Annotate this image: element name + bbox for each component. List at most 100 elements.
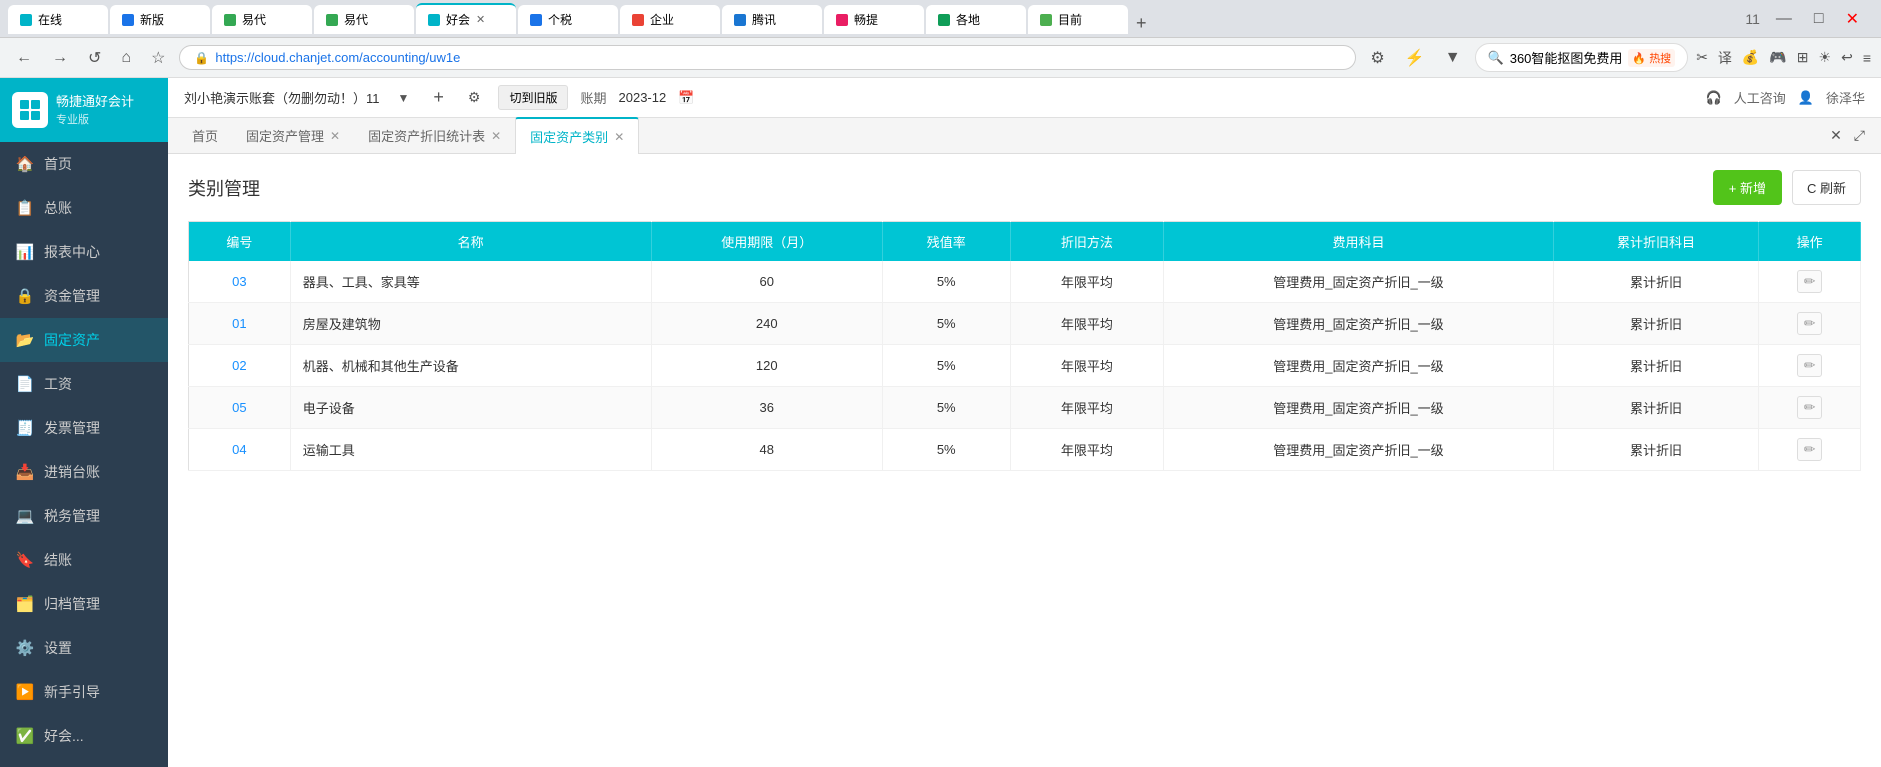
sidebar-item-purchasesale[interactable]: 📥 进销台账 — [0, 450, 168, 494]
table-row: 03 器具、工具、家具等 60 5% 年限平均 管理费用_固定资产折旧_一级 累… — [189, 261, 1861, 303]
browser-tab-3[interactable]: 易代 — [212, 5, 312, 34]
code-link-0[interactable]: 03 — [232, 274, 246, 289]
home-button[interactable]: ⌂ — [115, 45, 137, 71]
browser-tab-label-11: 目前 — [1058, 11, 1082, 28]
brightness-icon[interactable]: ☀ — [1819, 49, 1832, 66]
browser-tab-10[interactable]: 各地 — [926, 5, 1026, 34]
browser-tab-1[interactable]: 在线 — [8, 5, 108, 34]
cell-expense-2: 管理费用_固定资产折旧_一级 — [1164, 345, 1554, 387]
tab-favicon-7 — [632, 14, 644, 26]
sidebar-item-settings[interactable]: ⚙️ 设置 — [0, 626, 168, 670]
code-link-4[interactable]: 04 — [232, 442, 246, 457]
browser-tab-close-5[interactable]: ✕ — [476, 13, 485, 26]
new-tab-button[interactable]: + — [1130, 13, 1153, 34]
wallet-icon[interactable]: 💰 — [1742, 49, 1759, 66]
refresh-button[interactable]: C 刷新 — [1792, 170, 1861, 205]
expand-button[interactable]: ⤢ — [1848, 123, 1871, 148]
edit-button-1[interactable]: ✏ — [1797, 312, 1823, 335]
th-method: 折旧方法 — [1010, 222, 1164, 262]
back-button[interactable]: ← — [10, 45, 38, 71]
edit-button-2[interactable]: ✏ — [1797, 354, 1823, 377]
page-title-bar: 类别管理 + 新增 C 刷新 — [188, 170, 1861, 205]
browser-tab-label-3: 易代 — [242, 11, 266, 28]
tab-home[interactable]: 首页 — [178, 118, 232, 153]
close-all-tabs-button[interactable]: ✕ — [1824, 123, 1848, 148]
bookmark-button[interactable]: ☆ — [145, 44, 171, 72]
browser-tab-6[interactable]: 个税 — [518, 5, 618, 34]
cell-rate-2: 5% — [882, 345, 1010, 387]
cell-name-3: 电子设备 — [290, 387, 651, 429]
edit-button-0[interactable]: ✏ — [1797, 270, 1823, 293]
browser-tab-2[interactable]: 新版 — [110, 5, 210, 34]
sidebar-item-label-report: 报表中心 — [44, 242, 100, 262]
edit-button-4[interactable]: ✏ — [1797, 438, 1823, 461]
sidebar-item-report[interactable]: 📊 报表中心 — [0, 230, 168, 274]
cut-icon[interactable]: ✂ — [1696, 49, 1708, 66]
user-dropdown-button[interactable]: ▼ — [392, 87, 416, 109]
tab-depreciation-stats[interactable]: 固定资产折旧统计表 ✕ — [354, 118, 515, 153]
browser-tab-11[interactable]: 目前 — [1028, 5, 1128, 34]
code-link-3[interactable]: 05 — [232, 400, 246, 415]
browser-tab-5[interactable]: 好会 ✕ — [416, 3, 516, 34]
tab-home-label: 首页 — [192, 126, 218, 145]
address-bar[interactable]: 🔒 https://cloud.chanjet.com/accounting/u… — [179, 45, 1356, 70]
reload-button[interactable]: ↺ — [82, 44, 107, 72]
sidebar-item-label-capital: 资金管理 — [44, 286, 100, 306]
page-area: 类别管理 + 新增 C 刷新 编号 名称 使用期限（月） 残值率 折旧方法 费用… — [168, 154, 1881, 767]
tab-categories[interactable]: 固定资产类别 ✕ — [515, 117, 639, 154]
sidebar-item-ledger[interactable]: 📋 总账 — [0, 186, 168, 230]
cell-period-3: 36 — [651, 387, 882, 429]
sidebar-item-label-home: 首页 — [44, 154, 72, 174]
sidebar-item-home[interactable]: 🏠 首页 — [0, 142, 168, 186]
forward-button[interactable]: → — [46, 45, 74, 71]
menu-icon[interactable]: ≡ — [1863, 50, 1871, 66]
tab-depreciation-stats-close[interactable]: ✕ — [491, 129, 501, 143]
sidebar-item-capital[interactable]: 🔒 资金管理 — [0, 274, 168, 318]
tab-fixed-assets-close[interactable]: ✕ — [330, 129, 340, 143]
minimize-button[interactable]: — — [1770, 6, 1798, 32]
lightning-button[interactable]: ⚡ — [1399, 44, 1431, 72]
sidebar-item-label-archive: 归档管理 — [44, 594, 100, 614]
search-bar[interactable]: 🔍 360智能抠图免费用 🔥 热搜 — [1475, 43, 1689, 72]
logo-icon — [12, 92, 48, 128]
tab-categories-close[interactable]: ✕ — [614, 130, 624, 144]
history-icon[interactable]: ↩ — [1841, 49, 1853, 66]
browser-tab-label-6: 个税 — [548, 11, 572, 28]
games-icon[interactable]: 🎮 — [1769, 49, 1786, 66]
sidebar-item-fixed[interactable]: 📂 固定资产 — [0, 318, 168, 362]
settings-gear-button[interactable]: ⚙ — [462, 85, 487, 110]
browser-tab-7[interactable]: 企业 — [620, 5, 720, 34]
sidebar-item-tax[interactable]: 💻 税务管理 — [0, 494, 168, 538]
cell-code-3: 05 — [189, 387, 291, 429]
translate-icon[interactable]: 译 — [1718, 48, 1732, 68]
cell-method-3: 年限平均 — [1010, 387, 1164, 429]
sidebar-item-goodhome[interactable]: ✅ 好会... — [0, 714, 168, 758]
top-bar: 刘小艳演示账套（勿删勿动！）11 ▼ + ⚙ 切到旧版 账期 2023-12 📅… — [168, 78, 1881, 118]
cell-method-0: 年限平均 — [1010, 261, 1164, 303]
browser-tab-4[interactable]: 易代 — [314, 5, 414, 34]
sidebar-item-archive[interactable]: 🗂️ 归档管理 — [0, 582, 168, 626]
cell-code-4: 04 — [189, 429, 291, 471]
browser-tab-9[interactable]: 畅提 — [824, 5, 924, 34]
add-category-button[interactable]: + 新增 — [1713, 170, 1782, 205]
cell-code-2: 02 — [189, 345, 291, 387]
dropdown-button[interactable]: ▼ — [1439, 45, 1467, 71]
sidebar-item-invoice[interactable]: 🧾 发票管理 — [0, 406, 168, 450]
extensions-button[interactable]: ⚙ — [1364, 44, 1390, 72]
consult-label[interactable]: 人工咨询 — [1734, 88, 1786, 107]
sidebar-item-guide[interactable]: ▶️ 新手引导 — [0, 670, 168, 714]
maximize-button[interactable]: □ — [1808, 6, 1830, 32]
switch-version-button[interactable]: 切到旧版 — [498, 85, 568, 110]
add-account-button[interactable]: + — [427, 83, 450, 112]
code-link-2[interactable]: 02 — [232, 358, 246, 373]
grid-icon[interactable]: ⊞ — [1797, 49, 1809, 66]
sidebar-item-checkout[interactable]: 🔖 结账 — [0, 538, 168, 582]
close-button[interactable]: ✕ — [1840, 5, 1865, 33]
sidebar-item-salary[interactable]: 📄 工资 — [0, 362, 168, 406]
tab-fixed-assets[interactable]: 固定资产管理 ✕ — [232, 118, 354, 153]
settings-icon: ⚙️ — [16, 639, 34, 657]
edit-button-3[interactable]: ✏ — [1797, 396, 1823, 419]
code-link-1[interactable]: 01 — [232, 316, 246, 331]
browser-tab-8[interactable]: 腾讯 — [722, 5, 822, 34]
calendar-icon[interactable]: 📅 — [678, 90, 694, 106]
